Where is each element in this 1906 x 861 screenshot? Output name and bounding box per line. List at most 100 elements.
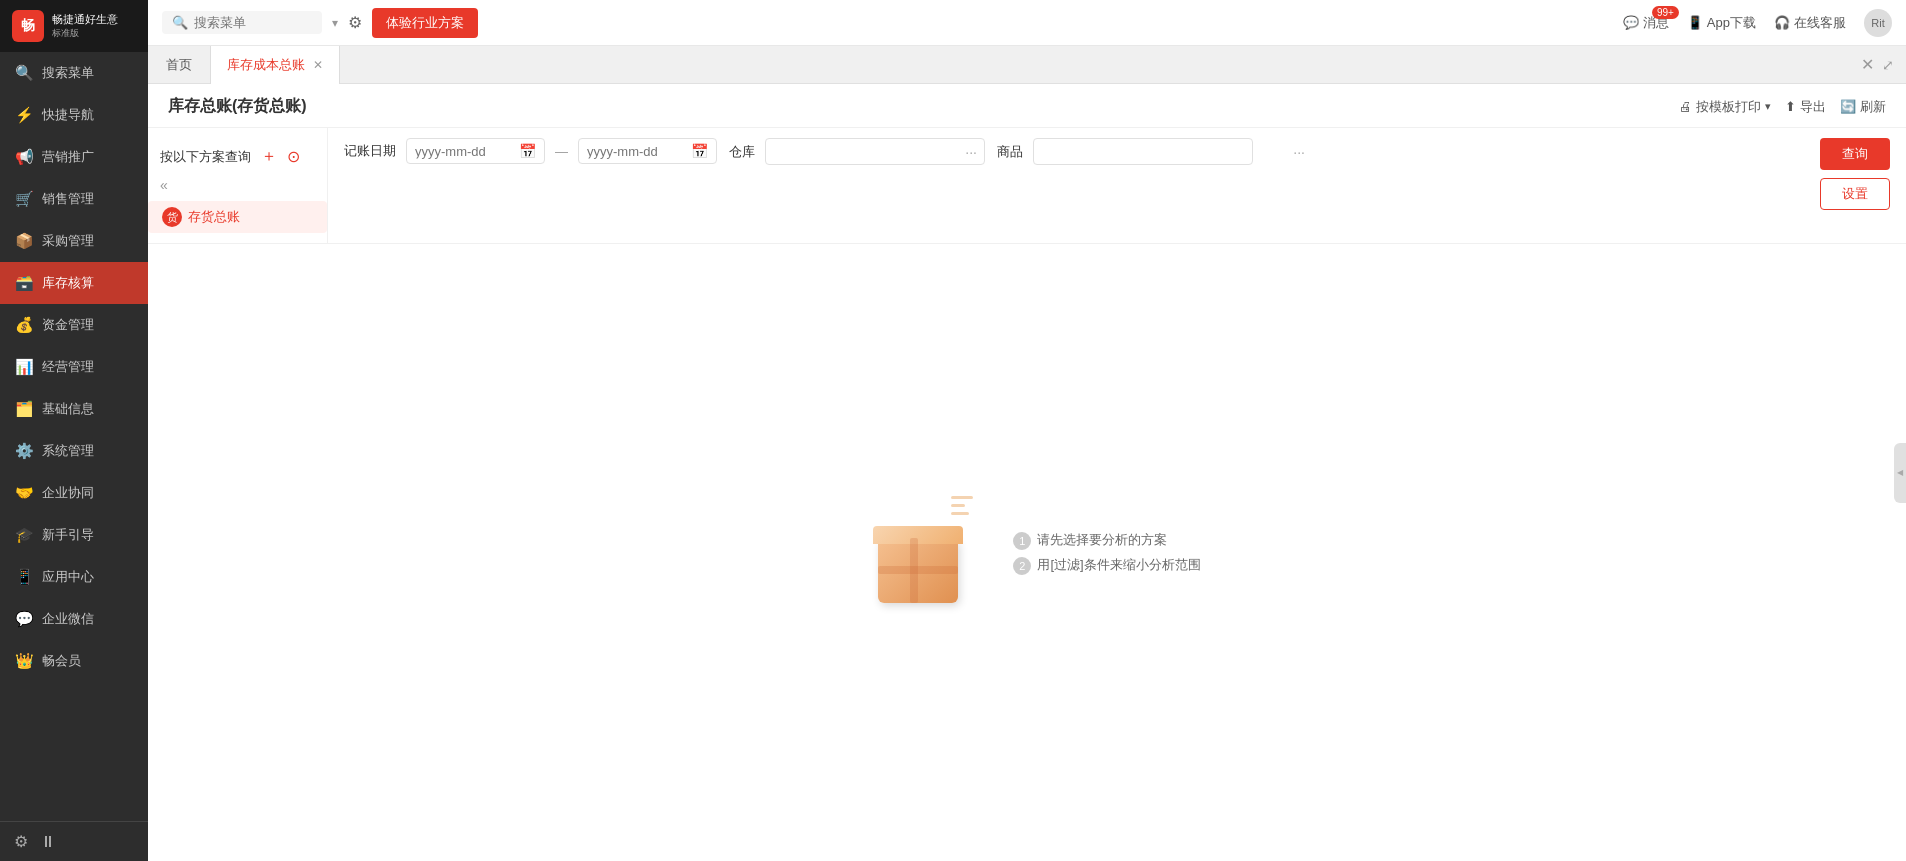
filter-collapse-icon[interactable]: « [160,177,168,193]
sidebar-item-basic[interactable]: 🗂️ 基础信息 [0,388,148,430]
sidebar-item-marketing[interactable]: 📢 营销推广 [0,136,148,178]
tab-close-panel-icon[interactable]: ✕ [1861,55,1874,74]
app-name-block: 畅捷通好生意 标准版 [52,12,118,40]
right-edge-handle[interactable] [1894,443,1906,503]
sidebar-item-operations[interactable]: 📊 经营管理 [0,346,148,388]
tab-inventory-ledger[interactable]: 库存成本总账 ✕ [211,46,340,84]
product-select-wrap [1033,138,1313,165]
sidebar-item-inventory[interactable]: 🗃️ 库存核算 [0,262,148,304]
tab-expand-icon[interactable]: ⤢ [1882,57,1894,73]
sidebar-item-label: 资金管理 [42,316,94,334]
filter-container: 按以下方案查询 ＋ ⊙ « 货 存货总账 记账日期 [148,128,1906,243]
date-from-wrap: 📅 [406,138,545,164]
operations-icon: 📊 [14,357,34,377]
sidebar-item-label: 企业微信 [42,610,94,628]
main-area: 🔍 ▾ ⚙ 体验行业方案 💬 消息 99+ 📱 App下载 🎧 在线客服 Rit [148,0,1906,861]
tab-active-label: 库存成本总账 [227,56,305,74]
sidebar-item-wechat[interactable]: 💬 企业微信 [0,598,148,640]
date-label: 记账日期 [344,142,396,160]
app-logo-icon: 畅 [12,10,44,42]
sidebar-logo: 畅 畅捷通好生意 标准版 [0,0,148,52]
sidebar-item-purchase[interactable]: 📦 采购管理 [0,220,148,262]
sidebar-item-newbie[interactable]: 🎓 新手引导 [0,514,148,556]
sidebar-item-label: 采购管理 [42,232,94,250]
calendar-to-icon[interactable]: 📅 [691,143,708,159]
sidebar-item-funds[interactable]: 💰 资金管理 [0,304,148,346]
filter-product-row: 商品 [997,138,1313,165]
headset-icon: 🎧 [1774,15,1790,30]
filter-warehouse-row: 仓库 [729,138,985,165]
tab-home-label: 首页 [166,56,192,74]
sidebar-item-label: 经营管理 [42,358,94,376]
warehouse-label: 仓库 [729,143,755,161]
industry-btn[interactable]: 体验行业方案 [372,8,478,38]
scheme-item-label: 存货总账 [188,208,240,226]
sidebar-item-vip[interactable]: 👑 畅会员 [0,640,148,682]
search-input[interactable] [194,15,294,30]
tab-home[interactable]: 首页 [148,46,211,84]
page-title: 库存总账(存货总账) [168,96,307,117]
scheme-panel: 按以下方案查询 ＋ ⊙ « 货 存货总账 [148,128,328,243]
topbar-gear-icon[interactable]: ⚙ [348,13,362,32]
scheme-active-icon: 货 [162,207,182,227]
quick-nav-icon: ⚡ [14,105,34,125]
date-from-input[interactable] [415,144,515,159]
message-btn[interactable]: 💬 消息 99+ [1623,14,1669,32]
sidebar-item-system[interactable]: ⚙️ 系统管理 [0,430,148,472]
filter-action-btns: 查询 设置 [1820,138,1890,210]
tabbar: 首页 库存成本总账 ✕ ✕ ⤢ [148,46,1906,84]
phone-icon: 📱 [1687,15,1703,30]
user-avatar[interactable]: Rit [1864,9,1892,37]
empty-state: 1 请先选择要分析的方案 2 用[过滤]条件来缩小分析范围 [148,244,1906,861]
search-glass-icon: 🔍 [172,15,188,30]
online-service-label: 在线客服 [1794,14,1846,32]
refresh-icon: 🔄 [1840,99,1856,114]
page-header: 库存总账(存货总账) 🖨 按模板打印 ▾ ⬆ 导出 🔄 刷新 [148,84,1906,128]
filter-settings-icon[interactable]: ⊙ [287,147,300,166]
filter-bar: 按以下方案查询 ＋ ⊙ « [148,138,327,201]
sidebar-item-quick-nav[interactable]: ⚡ 快捷导航 [0,94,148,136]
settings-btn[interactable]: 设置 [1820,178,1890,210]
online-service-btn[interactable]: 🎧 在线客服 [1774,14,1846,32]
calendar-from-icon[interactable]: 📅 [519,143,536,159]
export-icon: ⬆ [1785,99,1796,114]
empty-hints: 1 请先选择要分析的方案 2 用[过滤]条件来缩小分析范围 [1013,525,1200,581]
settings-footer-icon[interactable]: ⚙ [14,832,28,851]
tab-close-icon[interactable]: ✕ [313,58,323,72]
hint-2-text: 用[过滤]条件来缩小分析范围 [1037,556,1200,574]
print-btn[interactable]: 🖨 按模板打印 ▾ [1679,98,1771,116]
apps-icon: 📱 [14,567,34,587]
sidebar-item-sales[interactable]: 🛒 销售管理 [0,178,148,220]
filter-right: 记账日期 📅 — 📅 仓库 [328,128,1906,243]
filter-scheme-label: 按以下方案查询 [160,148,251,166]
topbar-right: 💬 消息 99+ 📱 App下载 🎧 在线客服 Rit [1623,9,1892,37]
refresh-btn[interactable]: 🔄 刷新 [1840,98,1886,116]
inventory-icon: 🗃️ [14,273,34,293]
filter-add-icon[interactable]: ＋ [261,146,277,167]
empty-illustration [853,488,983,618]
app-download-btn[interactable]: 📱 App下载 [1687,14,1756,32]
sidebar-item-label: 新手引导 [42,526,94,544]
date-to-input[interactable] [587,144,687,159]
export-btn[interactable]: ⬆ 导出 [1785,98,1826,116]
sidebar-item-label: 系统管理 [42,442,94,460]
product-input[interactable] [1033,138,1253,165]
sidebar-item-label: 营销推广 [42,148,94,166]
sidebar-item-enterprise[interactable]: 🤝 企业协同 [0,472,148,514]
app-download-label: App下载 [1707,14,1756,32]
app-name: 畅捷通好生意 [52,12,118,27]
warehouse-input[interactable] [765,138,985,165]
date-to-wrap: 📅 [578,138,717,164]
funds-icon: 💰 [14,315,34,335]
page-header-actions: 🖨 按模板打印 ▾ ⬆ 导出 🔄 刷新 [1679,98,1886,116]
search-chevron-icon[interactable]: ▾ [332,16,338,30]
query-btn[interactable]: 查询 [1820,138,1890,170]
scheme-item-inventory-ledger[interactable]: 货 存货总账 [148,201,327,233]
sparkle-1 [951,496,973,499]
ribbon-h [878,566,958,574]
sidebar-item-apps[interactable]: 📱 应用中心 [0,556,148,598]
sidebar-item-label: 应用中心 [42,568,94,586]
sidebar-item-search[interactable]: 🔍 搜索菜单 [0,52,148,94]
collapse-icon[interactable]: ⏸ [40,833,56,851]
filter-date-row: 记账日期 📅 — 📅 [344,138,717,164]
